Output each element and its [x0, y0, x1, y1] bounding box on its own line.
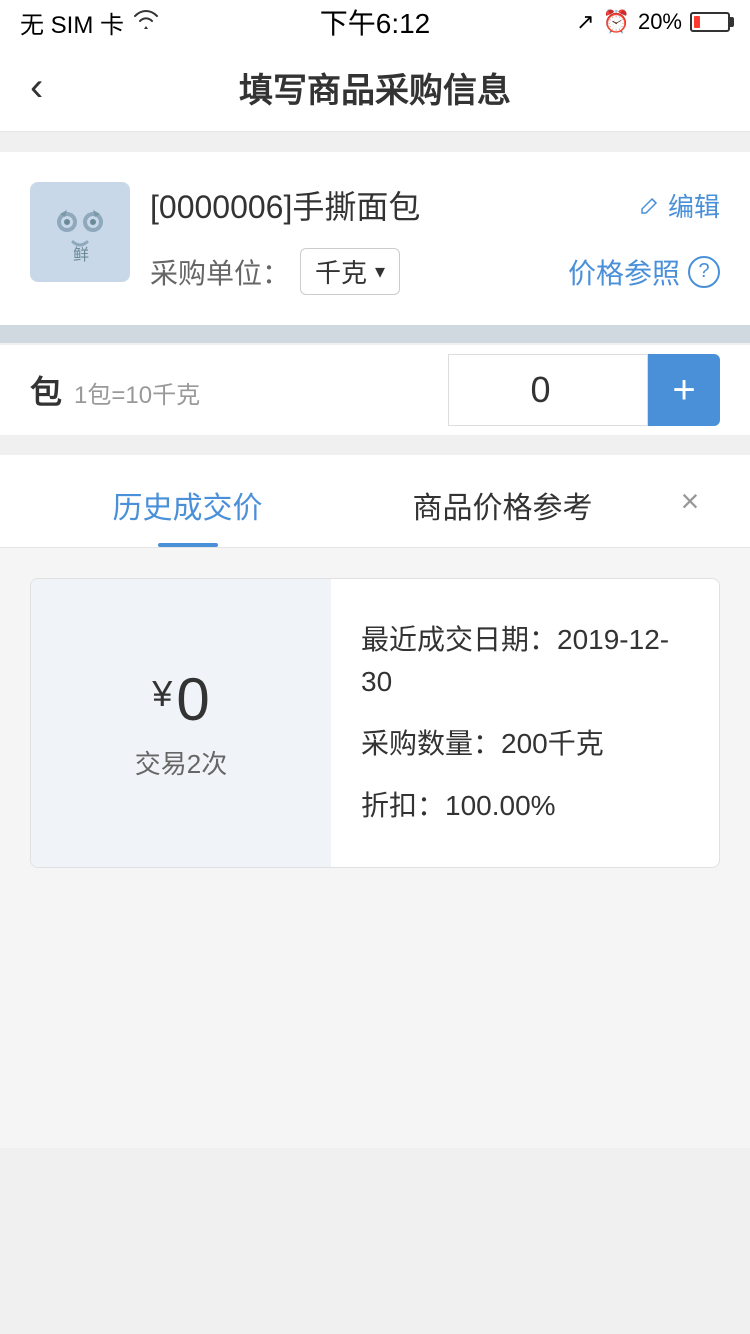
unit-select-dropdown[interactable]: 千克 ▾ [300, 248, 400, 295]
quantity-plus-button[interactable]: + [648, 354, 720, 426]
svg-text:鲜: 鲜 [73, 246, 89, 262]
price-summary-left: ¥ 0 交易2次 [31, 579, 331, 867]
help-circle-icon: ? [688, 256, 720, 288]
discount-row: 折扣：100.00% [361, 785, 689, 827]
battery-icon [690, 12, 730, 32]
tab-active-underline [158, 543, 218, 547]
price-card: ¥ 0 交易2次 最近成交日期：2019-12-30 采购数量：200千克 折扣… [30, 578, 720, 868]
battery-pct: 20% [638, 9, 682, 35]
quantity-section: 包 1包=10千克 + [0, 345, 750, 435]
product-name-row: [0000006]手撕面包 编辑 [150, 182, 720, 228]
page-title: 填写商品采购信息 [239, 63, 511, 112]
status-left: 无 SIM 卡 [20, 5, 160, 40]
tab-history-price[interactable]: 历史成交价 [30, 455, 345, 547]
status-right: ↗ ⏰ 20% [576, 9, 730, 35]
quantity-control: + [448, 354, 720, 426]
price-reference-button[interactable]: 价格参照 ? [568, 252, 720, 292]
tab-close-button[interactable]: × [660, 463, 720, 540]
trade-count: 交易2次 [135, 744, 227, 781]
product-logo-icon: 鲜 [45, 192, 115, 272]
status-time: 下午6:12 [320, 2, 431, 42]
price-details-right: 最近成交日期：2019-12-30 采购数量：200千克 折扣：100.00% [331, 579, 719, 867]
tab-product-price-ref[interactable]: 商品价格参考 [345, 455, 660, 547]
location-icon: ↗ [576, 9, 594, 35]
quantity-label: 包 1包=10千克 [30, 367, 200, 413]
product-unit-row: 采购单位： 千克 ▾ 价格参照 ? [150, 248, 720, 295]
product-card: 鲜 [0000006]手撕面包 编辑 采购单位： 千克 [0, 152, 750, 325]
product-name: [0000006]手撕面包 [150, 182, 420, 228]
carrier-text: 无 SIM 卡 [20, 5, 124, 40]
nav-bar: ‹ 填写商品采购信息 [0, 44, 750, 132]
unit-label: 采购单位： 千克 ▾ [150, 248, 400, 295]
price-card-area: ¥ 0 交易2次 最近成交日期：2019-12-30 采购数量：200千克 折扣… [0, 548, 750, 1148]
product-header: 鲜 [0000006]手撕面包 编辑 采购单位： 千克 [30, 182, 720, 295]
tabs-bar: 历史成交价 商品价格参考 × [0, 455, 750, 548]
quantity-input[interactable] [448, 354, 648, 426]
product-thumbnail: 鲜 [30, 182, 130, 282]
section-divider [0, 325, 750, 343]
price-amount-display: ¥ 0 [152, 665, 209, 734]
product-info: [0000006]手撕面包 编辑 采购单位： 千克 ▾ [150, 182, 720, 295]
quantity-unit-text: 包 [30, 367, 62, 413]
currency-symbol: ¥ [152, 673, 172, 715]
purchase-qty-row: 采购数量：200千克 [361, 723, 689, 765]
back-button[interactable]: ‹ [30, 55, 63, 120]
edit-button[interactable]: 编辑 [638, 187, 720, 224]
price-value: 0 [176, 665, 209, 734]
quantity-hint-text: 1包=10千克 [74, 375, 200, 410]
alarm-icon: ⏰ [603, 9, 630, 35]
status-bar: 无 SIM 卡 下午6:12 ↗ ⏰ 20% [0, 0, 750, 44]
wifi-icon [132, 8, 160, 37]
recent-date-row: 最近成交日期：2019-12-30 [361, 619, 689, 703]
